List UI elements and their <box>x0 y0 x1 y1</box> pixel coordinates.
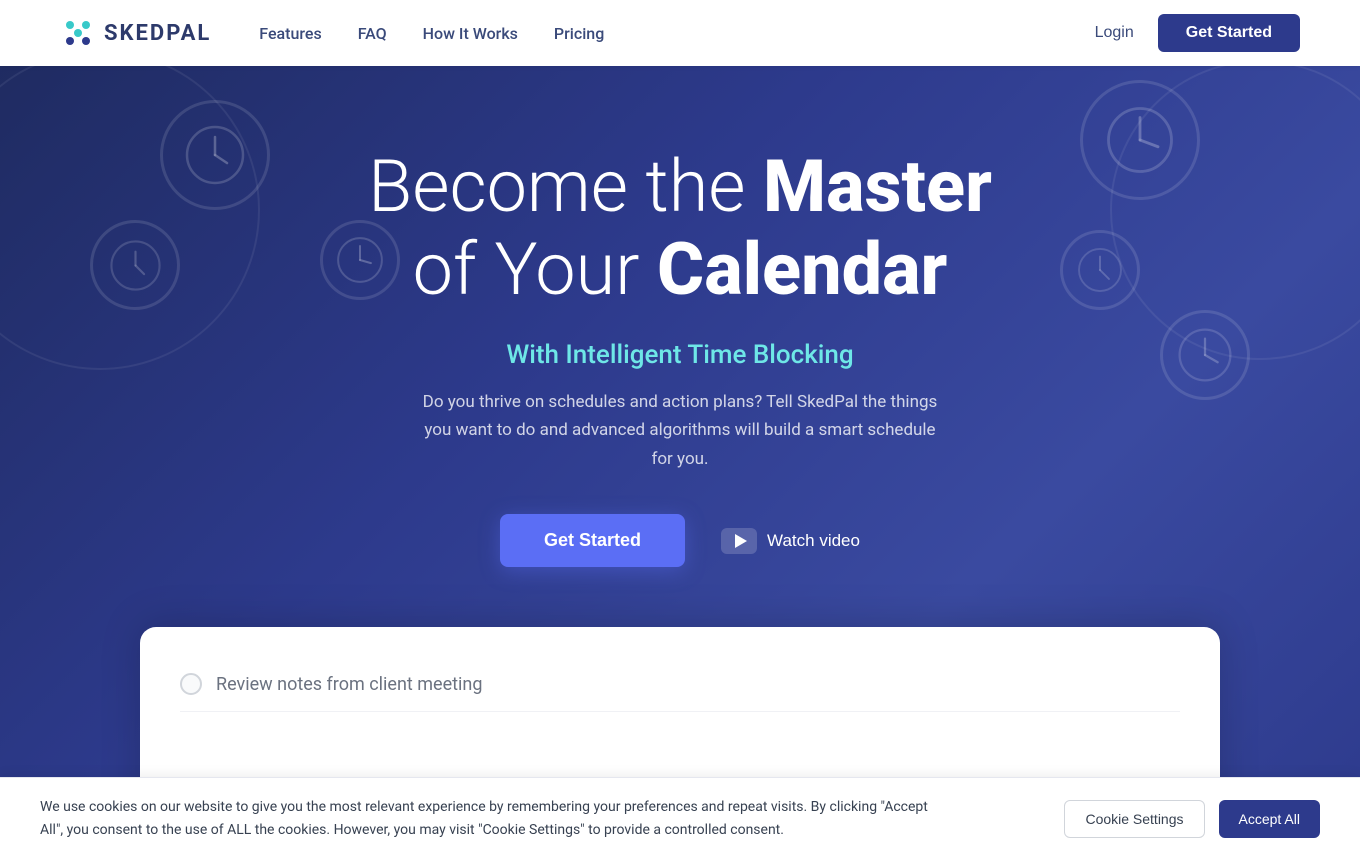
nav-link-pricing[interactable]: Pricing <box>554 24 604 43</box>
cookie-message: We use cookies on our website to give yo… <box>40 796 940 841</box>
watch-video-label: Watch video <box>767 531 860 551</box>
task-label: Review notes from client meeting <box>216 674 482 695</box>
nav-get-started-button[interactable]: Get Started <box>1158 14 1300 52</box>
nav-links: Features FAQ How It Works Pricing <box>259 24 604 43</box>
hero-content: Become the Master of Your Calendar With … <box>368 66 992 567</box>
hero-subtitle: With Intelligent Time Blocking <box>506 340 853 370</box>
nav-link-faq[interactable]: FAQ <box>358 24 387 43</box>
task-checkbox[interactable] <box>180 673 202 695</box>
task-item: Review notes from client meeting <box>180 657 1180 712</box>
hero-get-started-button[interactable]: Get Started <box>500 514 685 567</box>
accept-all-button[interactable]: Accept All <box>1219 800 1320 838</box>
login-button[interactable]: Login <box>1095 24 1134 42</box>
skedpal-logo-icon <box>60 15 96 51</box>
clock-decoration-4 <box>1080 80 1200 200</box>
logo-text: SKEDPAL <box>104 21 211 46</box>
bg-circle-left <box>0 50 260 370</box>
cookie-banner: We use cookies on our website to give yo… <box>0 777 1360 859</box>
cookie-settings-button[interactable]: Cookie Settings <box>1064 800 1204 838</box>
hero-title-part2: of Your <box>413 227 640 312</box>
hero-title-master: Master <box>763 144 992 229</box>
navbar: SKEDPAL Features FAQ How It Works Pricin… <box>0 0 1360 66</box>
hero-cta-group: Get Started Watch video <box>500 514 860 567</box>
hero-title-part1: Become the <box>368 144 745 229</box>
clock-decoration-5 <box>1060 230 1140 310</box>
nav-link-features[interactable]: Features <box>259 24 321 43</box>
logo[interactable]: SKEDPAL <box>60 15 211 51</box>
hero-description: Do you thrive on schedules and action pl… <box>420 388 940 475</box>
cookie-buttons: Cookie Settings Accept All <box>1064 800 1320 838</box>
hero-section: Become the Master of Your Calendar With … <box>0 0 1360 859</box>
video-play-icon <box>721 528 757 554</box>
hero-title: Become the Master of Your Calendar <box>368 146 992 312</box>
clock-decoration-3 <box>90 220 180 310</box>
clock-decoration-6 <box>1160 310 1250 400</box>
navbar-right: Login Get Started <box>1095 14 1300 52</box>
watch-video-button[interactable]: Watch video <box>721 528 860 554</box>
clock-decoration-1 <box>160 100 270 210</box>
hero-title-calendar: Calendar <box>657 227 947 312</box>
nav-link-how-it-works[interactable]: How It Works <box>423 24 518 43</box>
navbar-left: SKEDPAL Features FAQ How It Works Pricin… <box>60 15 604 51</box>
